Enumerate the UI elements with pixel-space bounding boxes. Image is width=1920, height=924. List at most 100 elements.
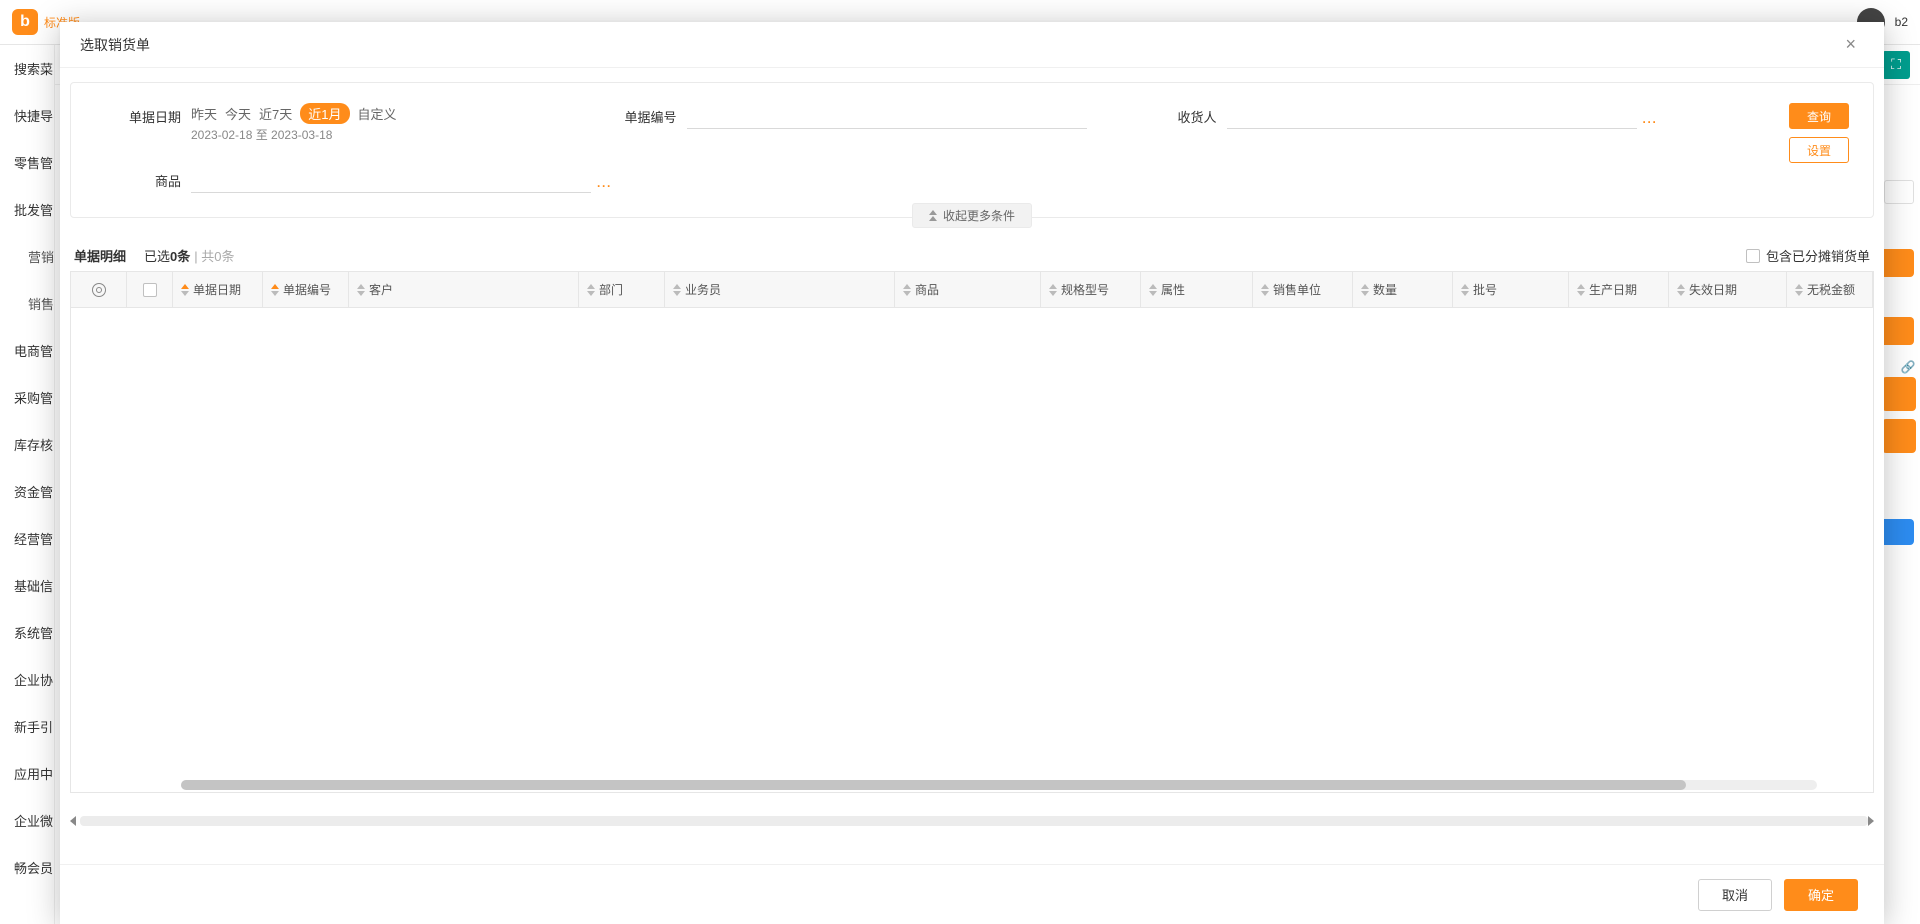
more-icon[interactable]: ···	[597, 179, 612, 193]
sort-down-icon	[587, 291, 595, 296]
sort-down-icon	[1261, 291, 1269, 296]
col-date-label: 单据日期	[193, 281, 241, 298]
selected-label: 已选0条	[144, 246, 190, 265]
sort-down-icon	[1677, 291, 1685, 296]
sort-up-icon	[181, 284, 189, 289]
table-header: 单据日期 单据编号 客户 部门 业务员 商品 规格型号 属性 销售单位 数量 批…	[71, 272, 1873, 308]
detail-tab[interactable]: 单据明细	[74, 246, 126, 265]
sort-up-icon	[271, 284, 279, 289]
sort-up-icon	[1461, 284, 1469, 289]
table-hscroll[interactable]	[71, 778, 1873, 792]
sort-up-icon	[673, 284, 681, 289]
col-product[interactable]: 商品	[895, 272, 1041, 307]
col-unit-label: 销售单位	[1273, 281, 1321, 298]
collapse-filters-button[interactable]: 收起更多条件	[912, 203, 1032, 228]
sort-down-icon	[1149, 291, 1157, 296]
include-label: 包含已分摊销货单	[1766, 246, 1870, 265]
sort-up-icon	[1677, 284, 1685, 289]
quick-week[interactable]: 近7天	[259, 104, 292, 123]
col-customer[interactable]: 客户	[349, 272, 579, 307]
sort-down-icon	[903, 291, 911, 296]
col-qty-label: 数量	[1373, 281, 1397, 298]
select-sales-order-modal: 选取销货单 × 单据日期 昨天 今天 近7天 近1月 自定义 2023-02	[60, 22, 1884, 924]
sort-up-icon	[903, 284, 911, 289]
col-exp-label: 失效日期	[1689, 281, 1737, 298]
chevron-up-icon	[929, 210, 937, 221]
selected-count: 0条	[170, 249, 190, 264]
modal-header: 选取销货单 ×	[60, 22, 1884, 68]
date-range: 2023-02-18 至 2023-03-18	[191, 126, 397, 143]
code-input[interactable]	[687, 103, 1087, 129]
sort-up-icon	[1795, 284, 1803, 289]
col-customer-label: 客户	[369, 281, 393, 298]
sort-down-icon	[673, 291, 681, 296]
select-all-checkbox[interactable]	[143, 283, 157, 297]
col-employee[interactable]: 业务员	[665, 272, 895, 307]
filter-product: 商品 ···	[91, 167, 612, 193]
selected-prefix: 已选	[144, 249, 170, 264]
modal-title: 选取销货单	[80, 35, 150, 55]
col-mfg[interactable]: 生产日期	[1569, 272, 1669, 307]
ok-button[interactable]: 确定	[1784, 879, 1858, 911]
col-product-label: 商品	[915, 281, 939, 298]
filter-receiver: 收货人 ···	[1127, 103, 1658, 129]
filter-panel: 单据日期 昨天 今天 近7天 近1月 自定义 2023-02-18 至 2023…	[70, 82, 1874, 218]
sort-up-icon	[357, 284, 365, 289]
col-exp[interactable]: 失效日期	[1669, 272, 1787, 307]
receiver-label: 收货人	[1127, 103, 1227, 126]
sort-up-icon	[1577, 284, 1585, 289]
code-label: 单据编号	[587, 103, 687, 126]
col-lot-label: 批号	[1473, 281, 1497, 298]
scrollbar-thumb[interactable]	[181, 780, 1686, 790]
col-dept-label: 部门	[599, 281, 623, 298]
sort-down-icon	[1461, 291, 1469, 296]
outer-scroll-track[interactable]	[80, 816, 1868, 826]
total-label: | 共0条	[194, 246, 234, 265]
gear-icon	[92, 283, 106, 297]
cancel-button[interactable]: 取消	[1698, 879, 1772, 911]
select-all-cell[interactable]	[127, 272, 173, 307]
query-button[interactable]: 查询	[1789, 103, 1849, 129]
quick-custom[interactable]: 自定义	[358, 104, 397, 123]
quick-today[interactable]: 今天	[225, 104, 251, 123]
outer-hscroll[interactable]	[70, 813, 1874, 829]
col-dept[interactable]: 部门	[579, 272, 665, 307]
col-lot[interactable]: 批号	[1453, 272, 1569, 307]
sort-down-icon	[357, 291, 365, 296]
sort-down-icon	[271, 291, 279, 296]
sort-down-icon	[1577, 291, 1585, 296]
filter-date: 单据日期 昨天 今天 近7天 近1月 自定义 2023-02-18 至 2023…	[91, 103, 397, 143]
sort-up-icon	[1149, 284, 1157, 289]
col-unit[interactable]: 销售单位	[1253, 272, 1353, 307]
quick-yesterday[interactable]: 昨天	[191, 104, 217, 123]
col-qty[interactable]: 数量	[1353, 272, 1453, 307]
column-settings-button[interactable]	[71, 272, 127, 307]
scroll-right-icon[interactable]	[1868, 816, 1874, 826]
col-date[interactable]: 单据日期	[173, 272, 263, 307]
settings-button[interactable]: 设置	[1789, 137, 1849, 163]
status-row: 单据明细 已选0条 | 共0条 包含已分摊销货单	[70, 246, 1874, 265]
col-attr-label: 属性	[1161, 281, 1185, 298]
include-checkbox[interactable]	[1746, 249, 1760, 263]
sort-down-icon	[1361, 291, 1369, 296]
col-spec[interactable]: 规格型号	[1041, 272, 1141, 307]
quick-month[interactable]: 近1月	[300, 103, 349, 124]
col-attr[interactable]: 属性	[1141, 272, 1253, 307]
filter-code: 单据编号	[587, 103, 1087, 129]
modal-footer: 取消 确定	[60, 864, 1884, 924]
col-code[interactable]: 单据编号	[263, 272, 349, 307]
receiver-input[interactable]	[1227, 103, 1637, 129]
product-label: 商品	[91, 167, 191, 190]
table-body	[71, 308, 1873, 778]
collapse-label: 收起更多条件	[943, 207, 1015, 224]
scroll-left-icon[interactable]	[70, 816, 76, 826]
product-input[interactable]	[191, 167, 591, 193]
col-employee-label: 业务员	[685, 281, 721, 298]
col-amount[interactable]: 无税金额	[1787, 272, 1873, 307]
sort-up-icon	[1261, 284, 1269, 289]
more-icon[interactable]: ···	[1643, 115, 1658, 129]
col-mfg-label: 生产日期	[1589, 281, 1637, 298]
modal-body: 单据日期 昨天 今天 近7天 近1月 自定义 2023-02-18 至 2023…	[60, 68, 1884, 864]
sort-down-icon	[1795, 291, 1803, 296]
close-icon[interactable]: ×	[1837, 30, 1864, 59]
